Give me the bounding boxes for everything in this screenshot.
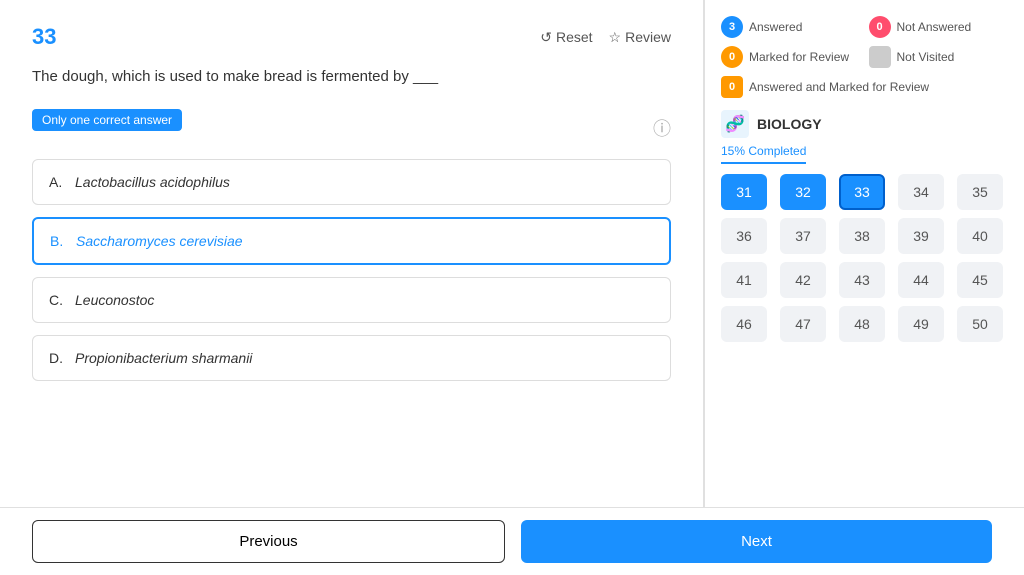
section-progress: 15% Completed (721, 144, 806, 164)
question-grid-btn-34[interactable]: 34 (898, 174, 944, 210)
option-c-letter: C. (49, 292, 65, 308)
legend-not-visited: Not Visited (869, 46, 1009, 68)
not-answered-badge: 0 (869, 16, 891, 38)
question-grid-btn-41[interactable]: 41 (721, 262, 767, 298)
option-a[interactable]: A. Lactobacillus acidophilus (32, 159, 671, 205)
legend: 3 Answered 0 Not Answered 0 Marked for R… (721, 16, 1008, 98)
question-grid: 31 32 33 34 35 36 37 38 39 40 41 42 43 44 45 46 47 48 49 50 (721, 174, 1008, 342)
answered-marked-badge: 0 (721, 76, 743, 98)
not-visited-badge (869, 46, 891, 68)
legend-answered: 3 Answered (721, 16, 861, 38)
answered-badge: 3 (721, 16, 743, 38)
not-visited-label: Not Visited (897, 50, 955, 64)
question-grid-btn-42[interactable]: 42 (780, 262, 826, 298)
question-panel: 33 ↺ Reset ☆ Review The dough, which is … (0, 0, 704, 507)
previous-button[interactable]: Previous (32, 520, 505, 563)
reset-icon: ↺ (540, 29, 552, 46)
review-button[interactable]: ☆ Review (609, 29, 671, 46)
question-grid-btn-36[interactable]: 36 (721, 218, 767, 254)
question-number: 33 (32, 24, 56, 50)
section-header: 🧬 BIOLOGY (721, 110, 1008, 138)
bottom-nav: Previous Next (0, 507, 1024, 575)
sidebar: 3 Answered 0 Not Answered 0 Marked for R… (704, 0, 1024, 507)
option-d-text: Propionibacterium sharmanii (75, 350, 252, 366)
option-c[interactable]: C. Leuconostoc (32, 277, 671, 323)
legend-not-answered: 0 Not Answered (869, 16, 1009, 38)
question-grid-btn-45[interactable]: 45 (957, 262, 1003, 298)
question-grid-btn-38[interactable]: 38 (839, 218, 885, 254)
question-text: The dough, which is used to make bread i… (32, 66, 671, 89)
question-grid-btn-48[interactable]: 48 (839, 306, 885, 342)
marked-badge: 0 (721, 46, 743, 68)
question-grid-btn-40[interactable]: 40 (957, 218, 1003, 254)
option-c-text: Leuconostoc (75, 292, 154, 308)
answered-marked-label: Answered and Marked for Review (749, 80, 929, 94)
not-answered-label: Not Answered (897, 20, 972, 34)
question-grid-btn-50[interactable]: 50 (957, 306, 1003, 342)
question-header: 33 ↺ Reset ☆ Review (32, 24, 671, 50)
info-icon[interactable]: ⓘ (653, 115, 671, 141)
question-grid-btn-49[interactable]: 49 (898, 306, 944, 342)
question-grid-btn-46[interactable]: 46 (721, 306, 767, 342)
option-b[interactable]: B. Saccharomyces cerevisiae (32, 217, 671, 265)
question-grid-btn-31[interactable]: 31 (721, 174, 767, 210)
question-grid-btn-37[interactable]: 37 (780, 218, 826, 254)
question-actions: ↺ Reset ☆ Review (540, 29, 671, 46)
question-grid-btn-33[interactable]: 33 (839, 174, 885, 210)
legend-marked: 0 Marked for Review (721, 46, 861, 68)
section-title: BIOLOGY (757, 116, 822, 132)
next-button[interactable]: Next (521, 520, 992, 563)
star-icon: ☆ (609, 29, 622, 46)
option-a-text: Lactobacillus acidophilus (75, 174, 230, 190)
answered-label: Answered (749, 20, 802, 34)
option-a-letter: A. (49, 174, 65, 190)
options-container: A. Lactobacillus acidophilus B. Saccharo… (32, 159, 671, 381)
marked-label: Marked for Review (749, 50, 849, 64)
question-grid-btn-32[interactable]: 32 (780, 174, 826, 210)
option-d[interactable]: D. Propionibacterium sharmanii (32, 335, 671, 381)
section-icon: 🧬 (721, 110, 749, 138)
option-b-letter: B. (50, 233, 66, 249)
legend-answered-marked: 0 Answered and Marked for Review (721, 76, 1008, 98)
answer-type-badge: Only one correct answer (32, 109, 182, 131)
option-b-text: Saccharomyces cerevisiae (76, 233, 243, 249)
question-grid-btn-47[interactable]: 47 (780, 306, 826, 342)
question-grid-btn-35[interactable]: 35 (957, 174, 1003, 210)
question-grid-btn-43[interactable]: 43 (839, 262, 885, 298)
option-d-letter: D. (49, 350, 65, 366)
reset-button[interactable]: ↺ Reset (540, 29, 592, 46)
question-grid-btn-39[interactable]: 39 (898, 218, 944, 254)
question-grid-btn-44[interactable]: 44 (898, 262, 944, 298)
